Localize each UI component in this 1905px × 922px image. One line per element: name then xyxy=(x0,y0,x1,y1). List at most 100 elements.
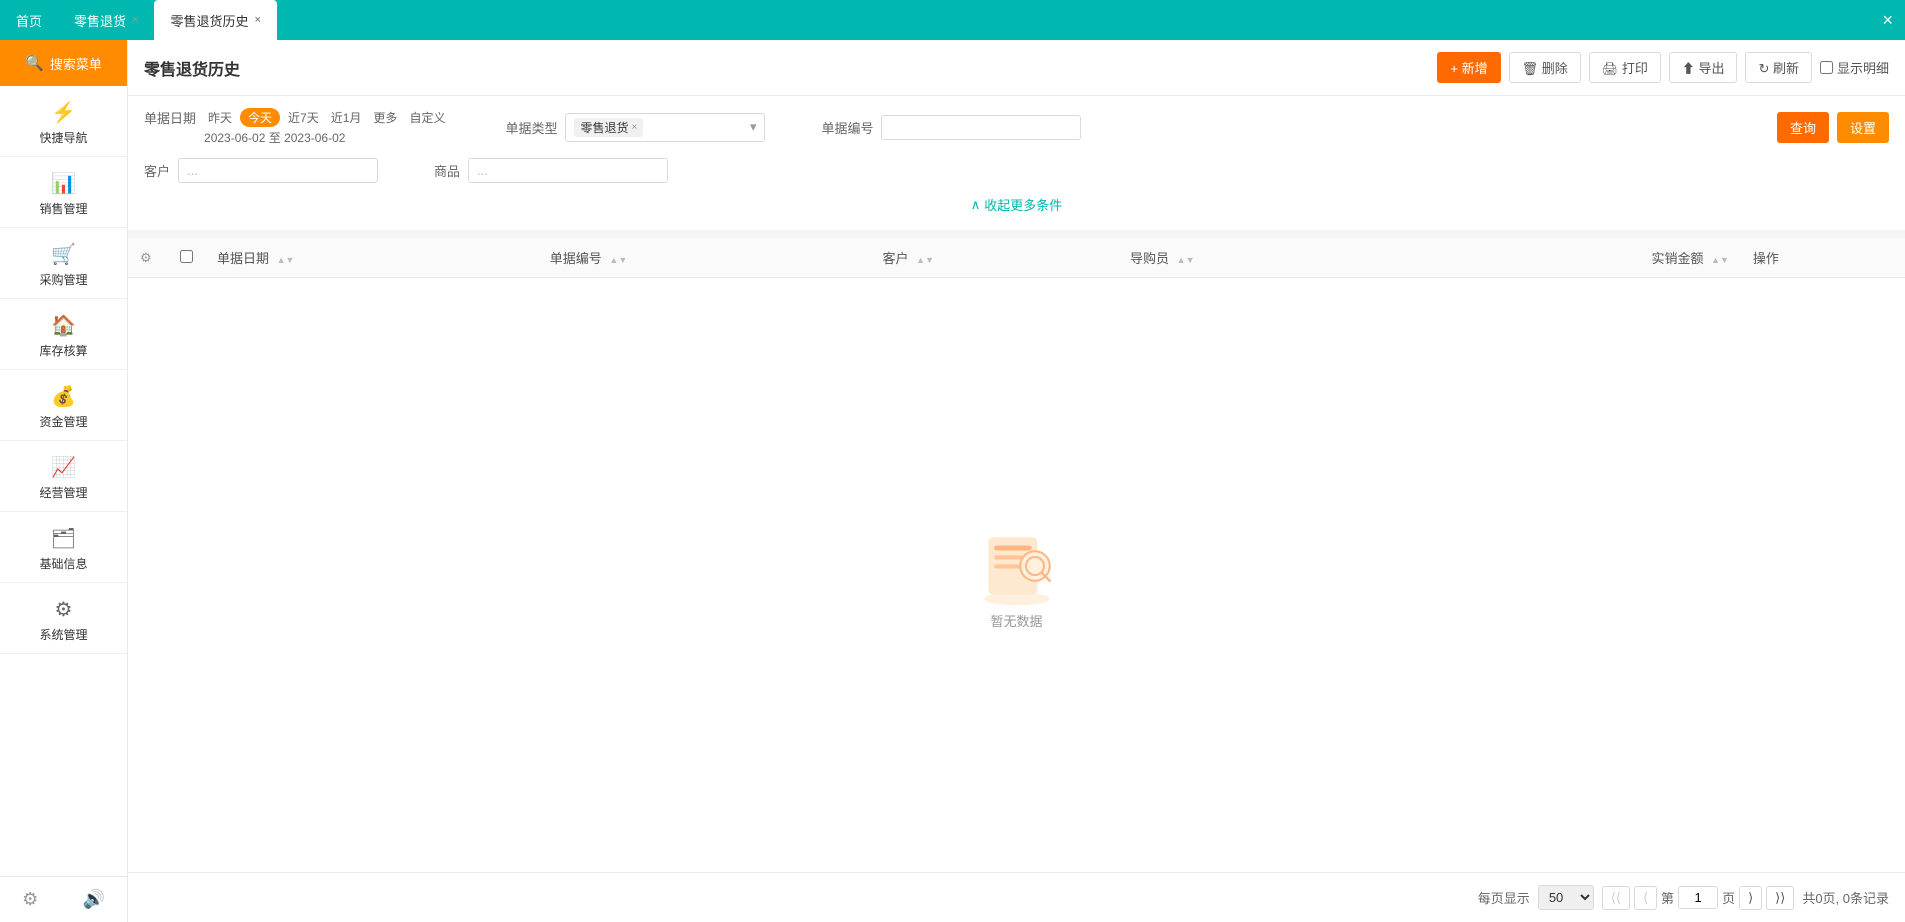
checkbox-col-header xyxy=(168,238,205,278)
business-icon: 📈 xyxy=(51,455,76,480)
page-actions: + 新增 🗑 删除 🖨 打印 ⬆ 导出 ↻ 刷新 显示明细 xyxy=(1437,52,1889,95)
filter-row-1: 单据日期 昨天 今天 近7天 近1月 更多 自定义 2023-06-02 至 2… xyxy=(144,108,1889,146)
content-area: 零售退货历史 + 新增 🗑 删除 🖨 打印 ⬆ 导出 ↻ 刷新 显示明细 xyxy=(128,40,1905,922)
pagination-nav: ⟨⟨ ⟨ 第 页 ⟩ ⟩⟩ xyxy=(1602,886,1795,910)
system-icon: ⚙ xyxy=(55,597,73,622)
collapse-label: 收起更多条件 xyxy=(984,195,1062,214)
date-range-display: 2023-06-02 至 2023-06-02 xyxy=(204,129,449,146)
date-option-today[interactable]: 今天 xyxy=(240,108,280,127)
delete-button[interactable]: 🗑 删除 xyxy=(1509,52,1581,83)
customer-input[interactable] xyxy=(178,158,378,183)
table-settings-icon[interactable]: ⚙ xyxy=(140,250,152,265)
date-option-yesterday[interactable]: 昨天 xyxy=(204,108,236,127)
data-table: ⚙ 单据日期 ▲▼ 单据编号 ▲▼ xyxy=(128,238,1905,278)
tab-retail-return[interactable]: 零售退货 × xyxy=(58,0,154,40)
date-option-1month[interactable]: 近1月 xyxy=(327,108,366,127)
page-suffix-label: 页 xyxy=(1722,888,1735,907)
per-page-select[interactable]: 50 10 20 100 xyxy=(1538,885,1594,910)
sidebar-item-sales-label: 销售管理 xyxy=(39,200,87,217)
sidebar-item-system[interactable]: ⚙ 系统管理 xyxy=(0,583,127,654)
doc-type-tag-close[interactable]: × xyxy=(631,122,637,133)
doc-num-filter-group: 单据编号 xyxy=(821,115,1081,140)
new-button[interactable]: + 新增 xyxy=(1437,52,1500,83)
date-option-more[interactable]: 更多 xyxy=(369,108,401,127)
page-number-input[interactable] xyxy=(1678,886,1718,909)
sidebar-item-sales[interactable]: 📊 销售管理 xyxy=(0,157,127,228)
select-all-checkbox[interactable] xyxy=(180,250,193,263)
topbar-close-button[interactable]: × xyxy=(1882,10,1893,31)
setting-label: 设置 xyxy=(1850,118,1876,137)
tab-retail-return-close[interactable]: × xyxy=(132,14,138,26)
tab-retail-return-history[interactable]: 零售退货历史 × xyxy=(154,0,276,40)
th-doc-num-label: 单据编号 xyxy=(550,251,602,266)
sort-doc-num-icon[interactable]: ▲▼ xyxy=(609,256,627,265)
query-button[interactable]: 查询 xyxy=(1777,112,1829,143)
th-amount: 实销金额 ▲▼ xyxy=(1408,238,1741,278)
pagination-first-button[interactable]: ⟨⟨ xyxy=(1602,886,1630,910)
sort-doc-date-icon[interactable]: ▲▼ xyxy=(277,256,295,265)
show-detail-label: 显示明细 xyxy=(1837,58,1889,77)
sidebar-item-finance[interactable]: 💰 资金管理 xyxy=(0,370,127,441)
date-option-custom[interactable]: 自定义 xyxy=(405,108,449,127)
sidebar-search[interactable]: 🔍 搜索菜单 xyxy=(0,40,127,86)
doc-num-label: 单据编号 xyxy=(821,118,873,137)
sidebar-item-business[interactable]: 📈 经营管理 xyxy=(0,441,127,512)
export-button[interactable]: ⬆ 导出 xyxy=(1669,52,1738,83)
topbar-tabs: 首页 零售退货 × 零售退货历史 × xyxy=(0,0,1882,40)
sort-customer-icon[interactable]: ▲▼ xyxy=(916,256,934,265)
date-options-group: 昨天 今天 近7天 近1月 更多 自定义 2023-06-02 至 2023-0… xyxy=(204,108,449,146)
goods-input[interactable] xyxy=(468,158,668,183)
empty-state-image xyxy=(967,521,1067,611)
sidebar-item-business-label: 经营管理 xyxy=(39,484,87,501)
refresh-button[interactable]: ↻ 刷新 xyxy=(1745,52,1812,83)
date-option-7days[interactable]: 近7天 xyxy=(284,108,323,127)
goods-filter-group: 商品 xyxy=(434,158,668,183)
topbar: 首页 零售退货 × 零售退货历史 × × xyxy=(0,0,1905,40)
tab-retail-return-history-label: 零售退货历史 xyxy=(170,11,248,30)
export-label: ⬆ 导出 xyxy=(1682,58,1725,77)
empty-state: 暂无数据 xyxy=(128,278,1905,872)
sort-guide-icon[interactable]: ▲▼ xyxy=(1177,256,1195,265)
sidebar-item-inventory[interactable]: 🏠 库存核算 xyxy=(0,299,127,370)
settings-bottom-icon[interactable]: ⚙ xyxy=(22,889,38,910)
th-doc-num: 单据编号 ▲▼ xyxy=(538,238,871,278)
doc-type-tag: 零售退货 × xyxy=(574,118,643,137)
sidebar: 🔍 搜索菜单 ⚡ 快捷导航 📊 销售管理 🛒 采购管理 🏠 库存核算 💰 资金管… xyxy=(0,40,128,922)
customer-label: 客户 xyxy=(144,161,170,180)
volume-icon[interactable]: 🔊 xyxy=(82,889,104,910)
doc-num-input[interactable] xyxy=(881,115,1081,140)
collapse-button[interactable]: ∧ 收起更多条件 xyxy=(971,195,1063,214)
sidebar-item-quick-nav[interactable]: ⚡ 快捷导航 xyxy=(0,86,127,157)
tab-home[interactable]: 首页 xyxy=(0,0,58,40)
date-filter-group: 单据日期 昨天 今天 近7天 近1月 更多 自定义 2023-06-02 至 2… xyxy=(144,108,449,146)
settings-col-header: ⚙ xyxy=(128,238,168,278)
main-layout: 🔍 搜索菜单 ⚡ 快捷导航 📊 销售管理 🛒 采购管理 🏠 库存核算 💰 资金管… xyxy=(0,40,1905,922)
tab-retail-return-label: 零售退货 xyxy=(74,11,126,30)
date-option-buttons: 昨天 今天 近7天 近1月 更多 自定义 xyxy=(204,108,449,127)
filter-action-buttons: 查询 设置 xyxy=(1777,112,1889,143)
sort-amount-icon[interactable]: ▲▼ xyxy=(1711,256,1729,265)
th-customer: 客户 ▲▼ xyxy=(871,238,1119,278)
pagination-next-button[interactable]: ⟩ xyxy=(1739,886,1762,910)
pagination-total: 共0页, 0条记录 xyxy=(1802,888,1889,907)
print-button[interactable]: 🖨 打印 xyxy=(1589,52,1661,83)
doc-type-label: 单据类型 xyxy=(505,118,557,137)
goods-label: 商品 xyxy=(434,161,460,180)
sidebar-item-purchase[interactable]: 🛒 采购管理 xyxy=(0,228,127,299)
sidebar-item-basic-info[interactable]: 🗂 基础信息 xyxy=(0,512,127,583)
sidebar-item-basic-info-label: 基础信息 xyxy=(39,555,87,572)
setting-button[interactable]: 设置 xyxy=(1837,112,1889,143)
pagination-last-button[interactable]: ⟩⟩ xyxy=(1766,886,1794,910)
th-doc-date-label: 单据日期 xyxy=(217,251,269,266)
page-prefix-label: 第 xyxy=(1661,888,1674,907)
per-page-label: 每页显示 xyxy=(1478,888,1530,907)
search-icon: 🔍 xyxy=(25,54,44,72)
doc-type-select[interactable]: 零售退货 × ▾ xyxy=(565,113,765,142)
th-guide: 导购员 ▲▼ xyxy=(1118,238,1408,278)
tab-retail-return-history-close[interactable]: × xyxy=(254,14,260,26)
show-detail-checkbox-label[interactable]: 显示明细 xyxy=(1820,58,1889,77)
show-detail-checkbox[interactable] xyxy=(1820,61,1833,74)
page-header: 零售退货历史 + 新增 🗑 删除 🖨 打印 ⬆ 导出 ↻ 刷新 显示明细 xyxy=(128,40,1905,96)
sidebar-bottom: ⚙ 🔊 xyxy=(0,876,127,922)
pagination-prev-button[interactable]: ⟨ xyxy=(1634,886,1657,910)
